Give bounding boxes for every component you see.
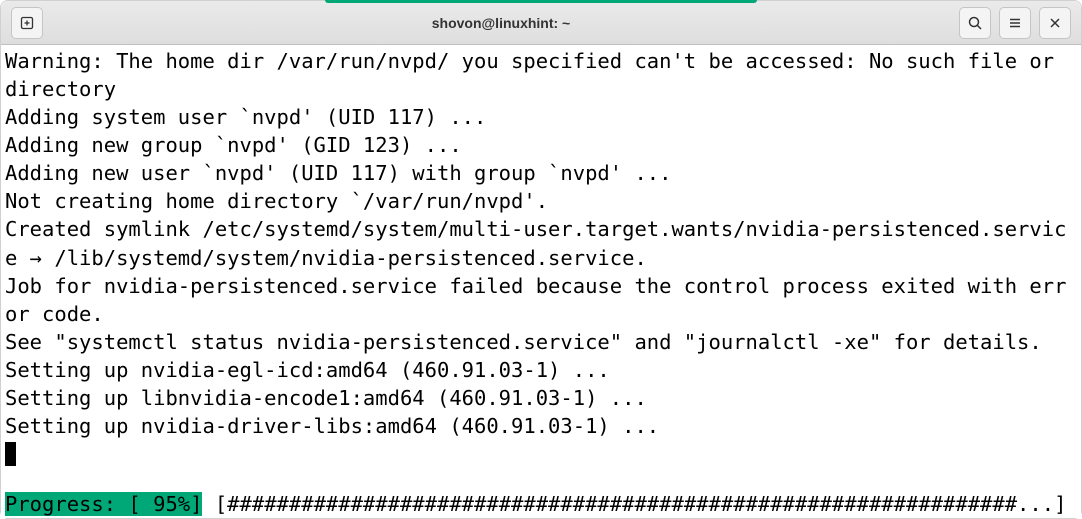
- search-button[interactable]: [959, 7, 991, 39]
- terminal-cursor: [5, 442, 16, 466]
- progress-bar: [#######################################…: [202, 492, 1066, 516]
- terminal-line: See "systemctl status nvidia-persistence…: [5, 330, 1042, 354]
- terminal-line: Not creating home directory `/var/run/nv…: [5, 189, 548, 213]
- progress-line: Progress: [ 95%] [######################…: [5, 490, 1077, 518]
- progress-label: Progress: [ 95%]: [5, 492, 202, 516]
- new-tab-icon: [19, 15, 35, 31]
- close-icon: [1047, 15, 1063, 31]
- terminal-line: Adding system user `nvpd' (UID 117) ...: [5, 105, 486, 129]
- new-tab-button[interactable]: [11, 7, 43, 39]
- menu-button[interactable]: [999, 7, 1031, 39]
- terminal-line: Warning: The home dir /var/run/nvpd/ you…: [5, 49, 1066, 101]
- hamburger-icon: [1007, 15, 1023, 31]
- terminal-line: Setting up nvidia-egl-icd:amd64 (460.91.…: [5, 358, 610, 382]
- terminal-line: Setting up libnvidia-encode1:amd64 (460.…: [5, 386, 647, 410]
- terminal-line: Job for nvidia-persistenced.service fail…: [5, 274, 1066, 326]
- search-icon: [967, 15, 983, 31]
- terminal-line: Adding new group `nvpd' (GID 123) ...: [5, 133, 462, 157]
- terminal-output[interactable]: Warning: The home dir /var/run/nvpd/ you…: [1, 45, 1081, 518]
- window-title: shovon@linuxhint: ~: [45, 15, 957, 31]
- window-titlebar: shovon@linuxhint: ~: [1, 1, 1081, 45]
- terminal-line: Created symlink /etc/systemd/system/mult…: [5, 217, 1066, 269]
- terminal-line: Setting up nvidia-driver-libs:amd64 (460…: [5, 414, 659, 438]
- close-button[interactable]: [1039, 7, 1071, 39]
- terminal-line: Adding new user `nvpd' (UID 117) with gr…: [5, 161, 671, 185]
